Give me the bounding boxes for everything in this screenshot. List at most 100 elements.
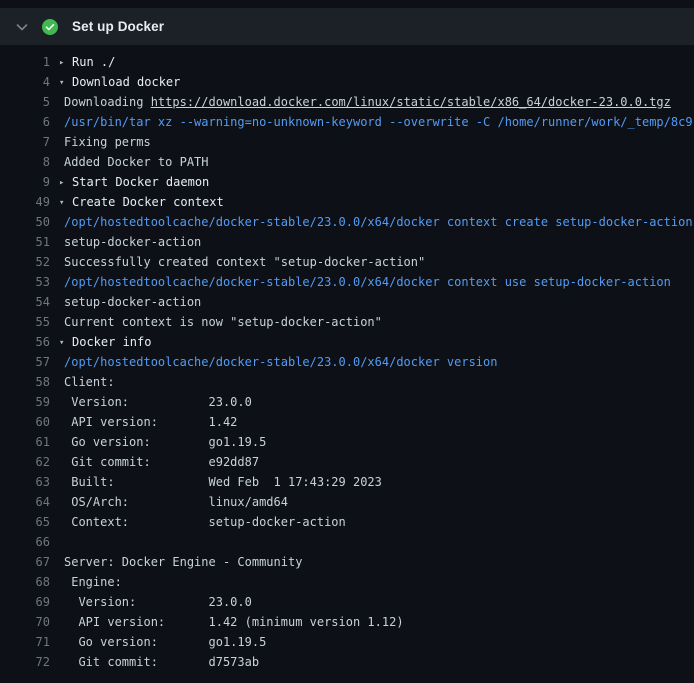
- line-content: ▾Create Docker context: [59, 192, 224, 212]
- line-number-link[interactable]: 63: [0, 472, 50, 492]
- log-text: Successfully created context "setup-dock…: [64, 255, 425, 269]
- log-line[interactable]: 9 ▸Start Docker daemon: [0, 172, 694, 192]
- log-line[interactable]: 56 ▾Docker info: [0, 332, 694, 352]
- line-number-link[interactable]: 54: [0, 292, 50, 312]
- line-content: Version: 23.0.0: [59, 392, 252, 412]
- log-line: 7 Fixing perms: [0, 132, 694, 152]
- line-number-link[interactable]: 5: [0, 92, 50, 112]
- log-text: Go version: go1.19.5: [64, 435, 266, 449]
- log-text: Built: Wed Feb 1 17:43:29 2023: [64, 475, 382, 489]
- line-number-link[interactable]: 67: [0, 552, 50, 572]
- line-number-link[interactable]: 56: [0, 332, 50, 352]
- line-number-link[interactable]: 69: [0, 592, 50, 612]
- log-text: Server: Docker Engine - Community: [64, 555, 302, 569]
- log-text: Version: 23.0.0: [64, 595, 252, 609]
- line-number-link[interactable]: 59: [0, 392, 50, 412]
- success-check-icon: [42, 19, 58, 35]
- chevron-down-icon[interactable]: [14, 19, 30, 35]
- command-text: /opt/hostedtoolcache/docker-stable/23.0.…: [64, 215, 693, 229]
- line-content: /opt/hostedtoolcache/docker-stable/23.0.…: [59, 212, 693, 232]
- line-number-link[interactable]: 52: [0, 252, 50, 272]
- line-number-link[interactable]: 65: [0, 512, 50, 532]
- line-number-link[interactable]: 7: [0, 132, 50, 152]
- group-title: Docker info: [72, 335, 151, 349]
- actions-log-panel: Set up Docker 1▸Run ./4▾Download docker5…: [0, 8, 694, 683]
- line-number-link[interactable]: 61: [0, 432, 50, 452]
- line-content: ▾Download docker: [59, 72, 180, 92]
- line-content: /usr/bin/tar xz --warning=no-unknown-key…: [59, 112, 693, 132]
- line-content: Git commit: d7573ab: [59, 652, 259, 672]
- line-content: /opt/hostedtoolcache/docker-stable/23.0.…: [59, 352, 497, 372]
- line-number-link[interactable]: 6: [0, 112, 50, 132]
- line-content: Go version: go1.19.5: [59, 632, 266, 652]
- log-text: Fixing perms: [64, 135, 151, 149]
- log-line: 65 Context: setup-docker-action: [0, 512, 694, 532]
- collapse-group-icon[interactable]: ▾: [59, 73, 72, 93]
- line-number-link[interactable]: 62: [0, 452, 50, 472]
- line-number-link[interactable]: 72: [0, 652, 50, 672]
- line-content: /opt/hostedtoolcache/docker-stable/23.0.…: [59, 272, 671, 292]
- log-text: OS/Arch: linux/amd64: [64, 495, 288, 509]
- line-content: [59, 532, 64, 552]
- expand-group-icon[interactable]: ▸: [59, 173, 72, 193]
- log-text: Git commit: e92dd87: [64, 455, 259, 469]
- line-number-link[interactable]: 64: [0, 492, 50, 512]
- collapse-group-icon[interactable]: ▾: [59, 193, 72, 213]
- group-title: Run ./: [72, 55, 115, 69]
- line-number-link[interactable]: 70: [0, 612, 50, 632]
- log-line: 54 setup-docker-action: [0, 292, 694, 312]
- log-line[interactable]: 49 ▾Create Docker context: [0, 192, 694, 212]
- line-number-link[interactable]: 4: [0, 72, 50, 92]
- line-number-link[interactable]: 58: [0, 372, 50, 392]
- group-title: Create Docker context: [72, 195, 224, 209]
- log-text: Downloading: [64, 95, 151, 109]
- log-line[interactable]: 1 ▸Run ./: [0, 52, 694, 72]
- line-number-link[interactable]: 50: [0, 212, 50, 232]
- log-line[interactable]: 4 ▾Download docker: [0, 72, 694, 92]
- log-line: 8 Added Docker to PATH: [0, 152, 694, 172]
- step-header[interactable]: Set up Docker: [0, 8, 694, 45]
- log-line: 67 Server: Docker Engine - Community: [0, 552, 694, 572]
- log-line: 52 Successfully created context "setup-do…: [0, 252, 694, 272]
- expand-group-icon[interactable]: ▸: [59, 53, 72, 73]
- line-content: Current context is now "setup-docker-act…: [59, 312, 382, 332]
- collapse-group-icon[interactable]: ▾: [59, 333, 72, 353]
- line-number-link[interactable]: 55: [0, 312, 50, 332]
- log-text: Current context is now "setup-docker-act…: [64, 315, 382, 329]
- line-number-link[interactable]: 51: [0, 232, 50, 252]
- log-text: Version: 23.0.0: [64, 395, 252, 409]
- line-content: Context: setup-docker-action: [59, 512, 346, 532]
- log-line: 60 API version: 1.42: [0, 412, 694, 432]
- line-number-link[interactable]: 53: [0, 272, 50, 292]
- log-text: Engine:: [64, 575, 122, 589]
- line-content: Version: 23.0.0: [59, 592, 252, 612]
- log-line: 68 Engine:: [0, 572, 694, 592]
- line-content: Engine:: [59, 572, 122, 592]
- line-number-link[interactable]: 1: [0, 52, 50, 72]
- line-number-link[interactable]: 60: [0, 412, 50, 432]
- line-number-link[interactable]: 71: [0, 632, 50, 652]
- line-content: Fixing perms: [59, 132, 151, 152]
- line-number-link[interactable]: 57: [0, 352, 50, 372]
- line-number-link[interactable]: 68: [0, 572, 50, 592]
- line-content: ▸Start Docker daemon: [59, 172, 209, 192]
- line-content: Git commit: e92dd87: [59, 452, 259, 472]
- log-line: 55 Current context is now "setup-docker-a…: [0, 312, 694, 332]
- line-content: setup-docker-action: [59, 232, 201, 252]
- line-number-link[interactable]: 8: [0, 152, 50, 172]
- line-content: API version: 1.42: [59, 412, 237, 432]
- line-number-link[interactable]: 66: [0, 532, 50, 552]
- download-url-link[interactable]: https://download.docker.com/linux/static…: [151, 95, 671, 109]
- group-title: Start Docker daemon: [72, 175, 209, 189]
- log-line: 58Client:: [0, 372, 694, 392]
- line-content: setup-docker-action: [59, 292, 201, 312]
- log-line: 70 API version: 1.42 (minimum version 1.…: [0, 612, 694, 632]
- log-line: 63 Built: Wed Feb 1 17:43:29 2023: [0, 472, 694, 492]
- log-line: 51 setup-docker-action: [0, 232, 694, 252]
- log-line: 6/usr/bin/tar xz --warning=no-unknown-ke…: [0, 112, 694, 132]
- line-number-link[interactable]: 9: [0, 172, 50, 192]
- log-text: Added Docker to PATH: [64, 155, 209, 169]
- log-line: 64 OS/Arch: linux/amd64: [0, 492, 694, 512]
- line-content: Downloading https://download.docker.com/…: [59, 92, 671, 112]
- line-number-link[interactable]: 49: [0, 192, 50, 212]
